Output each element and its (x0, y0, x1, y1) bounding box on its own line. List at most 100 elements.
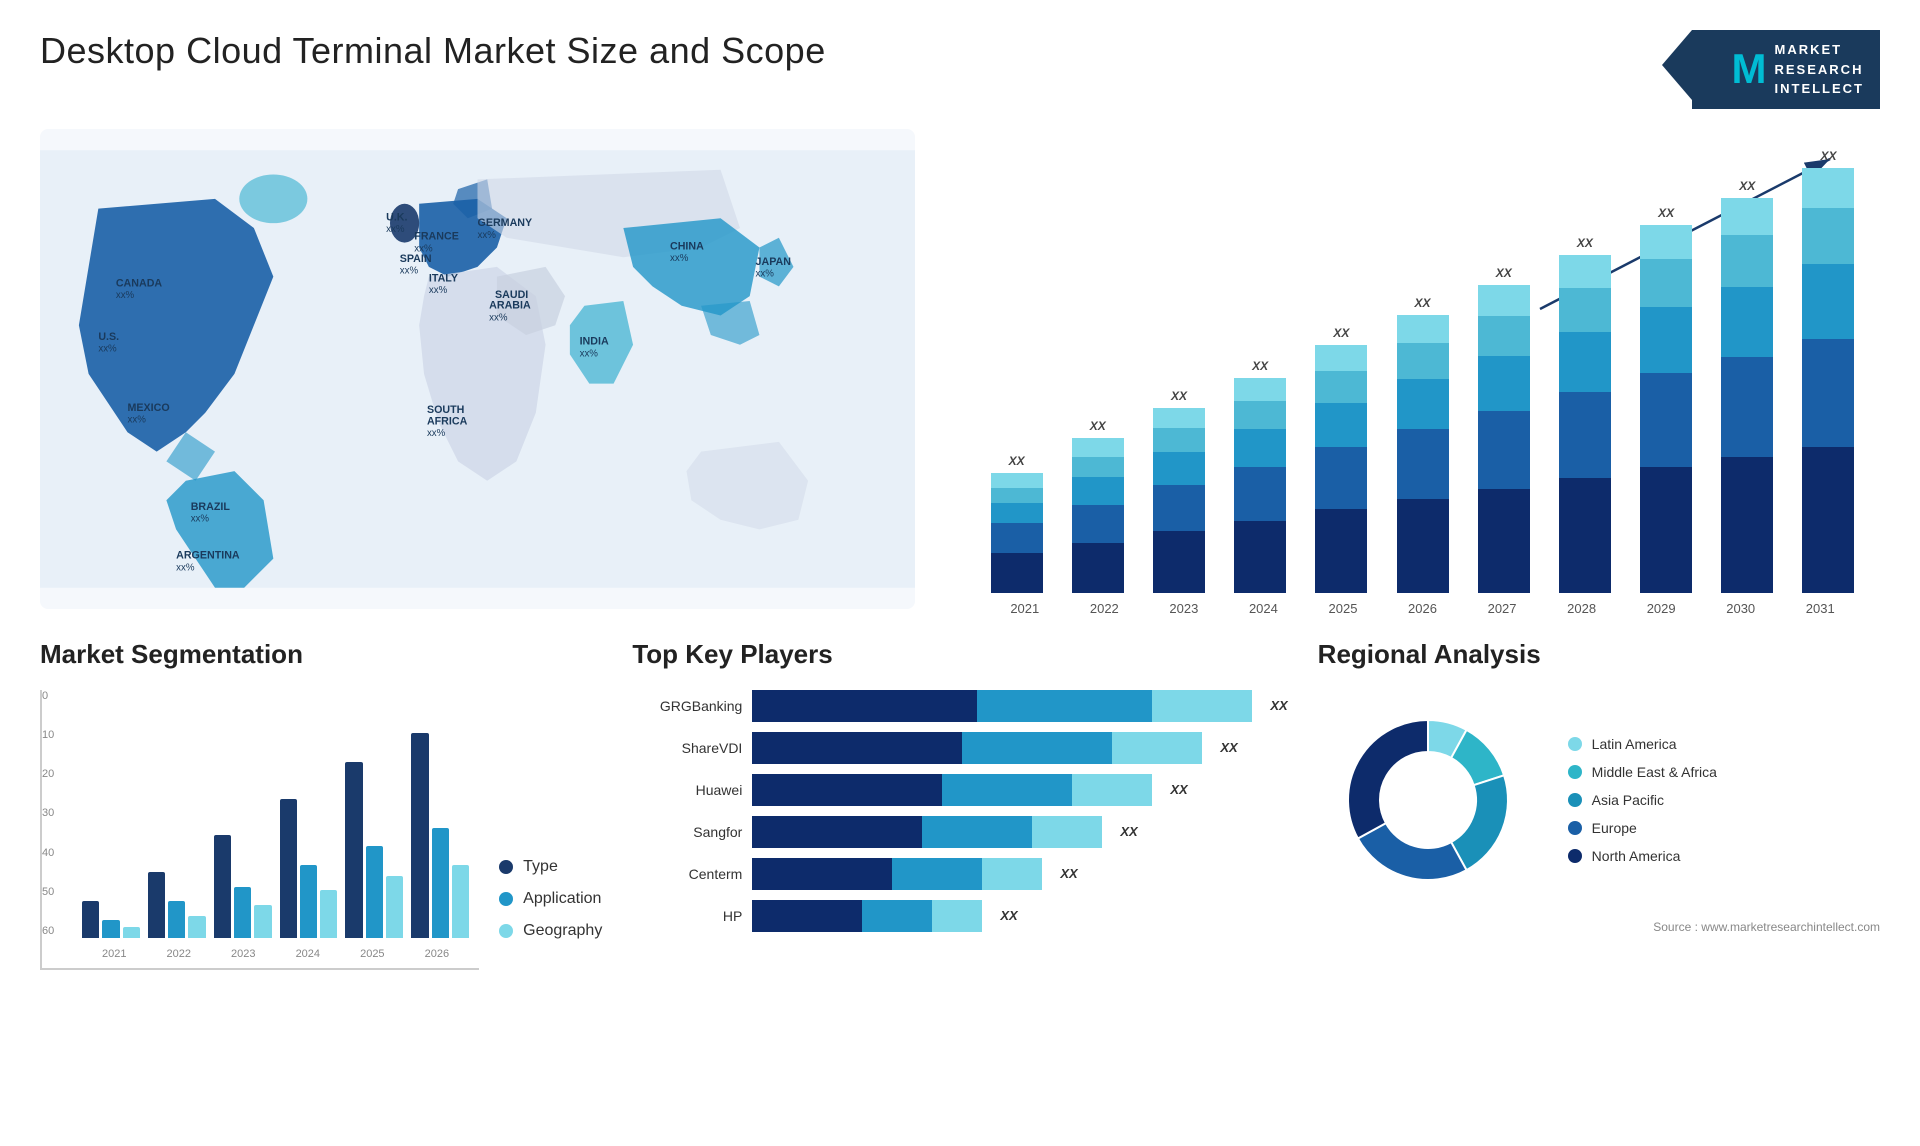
donut-segment (1358, 823, 1467, 880)
seg-y-label: 50 (42, 886, 54, 898)
bar-group: XX (1472, 266, 1535, 593)
page-header: Desktop Cloud Terminal Market Size and S… (40, 30, 1880, 109)
bar-segment (991, 488, 1043, 503)
bar-group: XX (985, 454, 1048, 593)
svg-text:xx%: xx% (429, 285, 448, 296)
bar-segment (1234, 429, 1286, 467)
player-xx-label: XX (1120, 824, 1137, 839)
bar-group: XX (1066, 419, 1129, 593)
bar-group: XX (1797, 149, 1860, 593)
svg-text:GERMANY: GERMANY (478, 217, 533, 229)
seg-bar (102, 920, 119, 938)
svg-text:xx%: xx% (128, 414, 147, 425)
bar-segment (1234, 467, 1286, 521)
player-row: Sangfor XX (632, 816, 1287, 848)
seg-y-label: 40 (42, 847, 54, 859)
svg-text:SPAIN: SPAIN (400, 253, 432, 265)
legend-item: Application (499, 890, 602, 908)
bar-segment (1315, 447, 1367, 509)
seg-bar-group (411, 700, 469, 938)
seg-content: 6050403020100 202120222023202420252026 T… (40, 690, 602, 970)
svg-text:xx%: xx% (756, 268, 775, 279)
seg-bars-row (82, 700, 469, 938)
players-title: Top Key Players (632, 639, 1287, 670)
svg-text:xx%: xx% (427, 428, 446, 439)
seg-bar-group (280, 700, 338, 938)
bar-xx-label: XX (1820, 149, 1836, 163)
seg-chart: 6050403020100 202120222023202420252026 (40, 690, 479, 970)
bar-stack (1315, 345, 1367, 593)
player-name: Sangfor (632, 824, 742, 840)
donut-area: Latin AmericaMiddle East & AfricaAsia Pa… (1318, 690, 1880, 910)
bar-segment (1721, 235, 1773, 287)
seg-bar (366, 846, 383, 938)
bar-xx-label: XX (1658, 206, 1674, 220)
legend-item: Type (499, 858, 602, 876)
svg-text:BRAZIL: BRAZIL (191, 500, 231, 512)
bar-year-label: 2022 (1065, 601, 1145, 616)
player-name: Centerm (632, 866, 742, 882)
bar-segment (1234, 401, 1286, 429)
player-row: CentermXX (632, 858, 1287, 890)
bar-segment (1721, 457, 1773, 593)
regional-legend-item: Latin America (1568, 736, 1717, 752)
world-map: CANADA xx% U.S. xx% MEXICO xx% BRAZIL xx… (40, 129, 915, 609)
svg-text:xx%: xx% (98, 343, 117, 354)
bar-segment (1559, 392, 1611, 478)
player-bar-wrap (752, 774, 1152, 806)
bar-segment (1802, 264, 1854, 339)
seg-y-label: 30 (42, 807, 54, 819)
bar-segment (1559, 255, 1611, 288)
bar-segment (1072, 438, 1124, 457)
seg-x-label: 2026 (425, 948, 449, 960)
bar-year-label: 2030 (1701, 601, 1781, 616)
bar-year-label: 2028 (1542, 601, 1622, 616)
bar-segment (1640, 373, 1692, 467)
bar-xx-label: XX (1577, 236, 1593, 250)
regional-legend-item: Asia Pacific (1568, 792, 1717, 808)
bar-segment (1478, 285, 1530, 316)
regional-dot (1568, 765, 1582, 779)
svg-text:CANADA: CANADA (116, 277, 163, 289)
bar-segment (1072, 457, 1124, 477)
bar-segment (1640, 225, 1692, 259)
bar-segment (1802, 168, 1854, 208)
bar-segment (1315, 403, 1367, 447)
svg-text:xx%: xx% (478, 229, 497, 240)
bar-xx-label: XX (1252, 359, 1268, 373)
bar-segment (1153, 531, 1205, 593)
bar-segment (1072, 477, 1124, 505)
regional-dot (1568, 793, 1582, 807)
svg-text:ARGENTINA: ARGENTINA (176, 549, 240, 561)
player-row: HPXX (632, 900, 1287, 932)
page-title: Desktop Cloud Terminal Market Size and S… (40, 30, 826, 72)
player-row: ShareVDIXX (632, 732, 1287, 764)
bar-xx-label: XX (1739, 179, 1755, 193)
bar-segment (1234, 521, 1286, 593)
logo-m-icon: M (1732, 45, 1767, 93)
player-bar-wrap (752, 690, 1252, 722)
bar-stack (1397, 315, 1449, 593)
seg-bar (386, 876, 403, 938)
bar-segment (1721, 198, 1773, 235)
seg-bar (452, 865, 469, 938)
bar-stack (1234, 378, 1286, 593)
svg-text:xx%: xx% (670, 253, 689, 264)
bar-segment (1640, 259, 1692, 307)
seg-bar (320, 890, 337, 938)
seg-x-label: 2021 (102, 948, 126, 960)
bar-segment (1478, 489, 1530, 593)
seg-x-label: 2023 (231, 948, 255, 960)
top-section: CANADA xx% U.S. xx% MEXICO xx% BRAZIL xx… (40, 129, 1880, 609)
bar-xx-label: XX (1333, 326, 1349, 340)
regional-legend-item: North America (1568, 848, 1717, 864)
svg-text:AFRICA: AFRICA (427, 415, 468, 427)
svg-text:xx%: xx% (191, 513, 210, 524)
regional-section: Regional Analysis Latin AmericaMiddle Ea… (1318, 639, 1880, 970)
bar-year-labels: 2021202220232024202520262027202820292030… (985, 601, 1860, 616)
seg-bar (123, 927, 140, 938)
bar-segment (1802, 339, 1854, 447)
seg-bar (168, 901, 185, 938)
svg-text:U.K.: U.K. (386, 211, 407, 223)
bar-chart: XXXXXXXXXXXXXXXXXXXXXX 20212022202320242… (945, 129, 1880, 609)
